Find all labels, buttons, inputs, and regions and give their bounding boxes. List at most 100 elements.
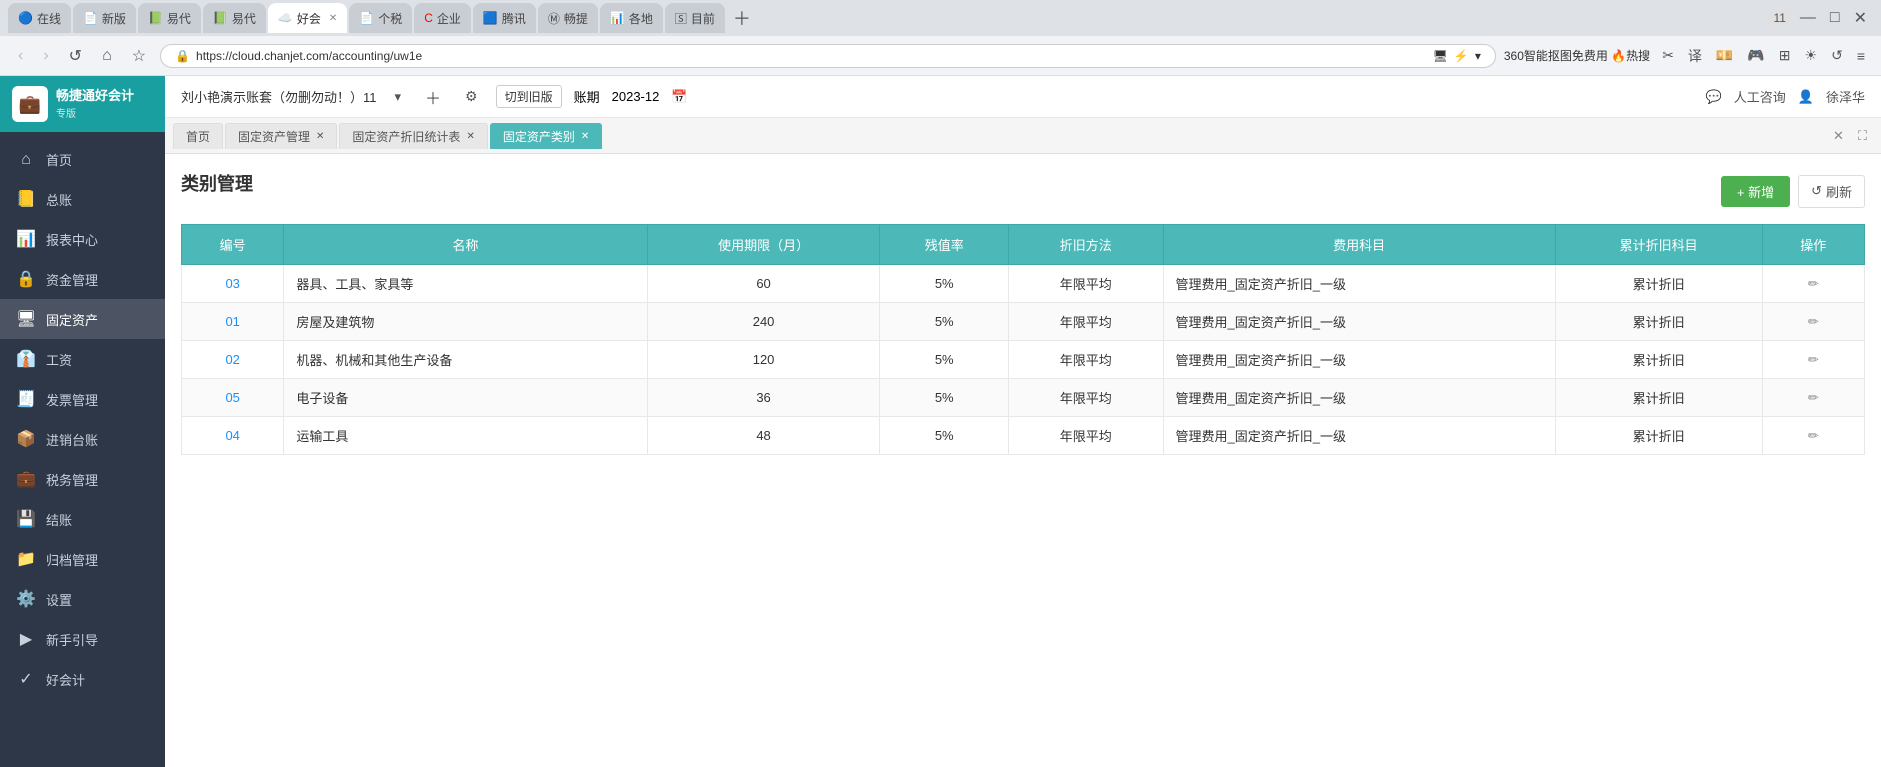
tab-gedi[interactable]: 📊 各地: [600, 3, 663, 33]
sidebar-item-guide[interactable]: ▶ 新手引导: [0, 619, 165, 659]
funds-icon: 🔒: [16, 269, 36, 289]
page-tab-category[interactable]: 固定资产类别 ✕: [490, 123, 602, 149]
page-tab-home[interactable]: 首页: [173, 123, 223, 149]
history-icon[interactable]: ↺: [1827, 45, 1847, 66]
browser-nav: ‹ › ↺ ⌂ ☆ 🔒 https://cloud.chanjet.com/ac…: [0, 36, 1881, 76]
translate-icon[interactable]: 译: [1684, 44, 1706, 68]
cell-code[interactable]: 05: [182, 379, 284, 417]
menu-icon[interactable]: ≡: [1853, 46, 1869, 66]
page-tab-nav: 首页 固定资产管理 ✕ 固定资产折旧统计表 ✕ 固定资产类别 ✕ ✕ ⛶: [165, 118, 1881, 154]
tab-yid2[interactable]: 📗 易代: [203, 3, 266, 33]
cell-method: 年限平均: [1008, 379, 1163, 417]
edit-icon[interactable]: ✏: [1808, 314, 1819, 329]
sidebar-item-tax[interactable]: 💼 税务管理: [0, 459, 165, 499]
period-label: 账期: [574, 87, 600, 106]
close-button[interactable]: ✕: [1848, 6, 1873, 30]
sidebar-item-home[interactable]: ⌂ 首页: [0, 140, 165, 179]
cell-residual: 5%: [880, 417, 1008, 455]
sidebar-item-fixed-assets[interactable]: 🖥 固定资产: [0, 299, 165, 339]
scissors-icon[interactable]: ✂: [1658, 45, 1678, 66]
account-dropdown-button[interactable]: ▾: [389, 87, 408, 107]
cell-residual: 5%: [880, 303, 1008, 341]
refresh-button[interactable]: ↺ 刷新: [1798, 175, 1865, 208]
address-bar[interactable]: 🔒 https://cloud.chanjet.com/accounting/u…: [160, 44, 1496, 68]
tab-zaix[interactable]: 🔵 在线: [8, 3, 71, 33]
switch-version-button[interactable]: 切到旧版: [496, 85, 562, 108]
maximize-button[interactable]: □: [1824, 7, 1846, 29]
sidebar-item-archive[interactable]: 📁 归档管理: [0, 539, 165, 579]
page-tab-depreciation-stats[interactable]: 固定资产折旧统计表 ✕: [339, 123, 487, 149]
tab-label: 新版: [102, 10, 126, 27]
bookmark-button[interactable]: ☆: [126, 44, 152, 68]
tab-qiye[interactable]: C 企业: [414, 3, 471, 33]
page-tab-close-icon[interactable]: ✕: [316, 131, 324, 142]
settings-button[interactable]: ⚙: [459, 86, 484, 107]
back-button[interactable]: ‹: [12, 45, 29, 67]
grid-icon[interactable]: ⊞: [1775, 45, 1795, 66]
cell-accumulated: 累计折旧: [1555, 265, 1762, 303]
tab-icon: 📗: [213, 11, 228, 25]
chevron-down-icon[interactable]: ▾: [1475, 49, 1481, 63]
lightning-icon[interactable]: ⚡: [1454, 49, 1469, 63]
tab-yid1[interactable]: 📗 易代: [138, 3, 201, 33]
page-tab-close-icon[interactable]: ✕: [466, 131, 474, 142]
sidebar-item-checkout[interactable]: 💾 结账: [0, 499, 165, 539]
new-tab-button[interactable]: ＋: [727, 3, 757, 33]
sidebar-item-salary[interactable]: 👔 工资: [0, 339, 165, 379]
add-account-button[interactable]: ＋: [419, 83, 447, 111]
home-button[interactable]: ⌂: [96, 45, 118, 67]
sidebar-item-more[interactable]: ✓ 好会计: [0, 659, 165, 699]
currency-icon[interactable]: 💴: [1712, 45, 1737, 66]
calendar-icon[interactable]: 📅: [671, 89, 687, 105]
cell-code[interactable]: 04: [182, 417, 284, 455]
tab-icon: 📊: [610, 11, 625, 25]
tab-ges[interactable]: 📄 个税: [349, 3, 412, 33]
tab-chang[interactable]: Ⓜ 畅提: [538, 3, 598, 33]
tab-icon: 🅂: [675, 10, 687, 27]
more-icon: ✓: [16, 669, 36, 689]
forward-button[interactable]: ›: [37, 45, 54, 67]
invoice-icon: 🧾: [16, 389, 36, 409]
expand-panel-button[interactable]: ⛶: [1852, 126, 1873, 146]
sidebar-item-settings[interactable]: ⚙️ 设置: [0, 579, 165, 619]
edit-icon[interactable]: ✏: [1808, 352, 1819, 367]
edit-icon[interactable]: ✏: [1808, 276, 1819, 291]
tab-xinb[interactable]: 📄 新版: [73, 3, 136, 33]
game-icon[interactable]: 🎮: [1743, 45, 1768, 66]
tab-hao[interactable]: ☁️ 好会 ✕: [268, 3, 347, 33]
tab-close-icon[interactable]: ✕: [329, 13, 337, 24]
page-tab-close-icon[interactable]: ✕: [581, 131, 589, 142]
tab-count-badge: 11: [1767, 10, 1791, 26]
cell-code[interactable]: 01: [182, 303, 284, 341]
cell-action: ✏: [1762, 265, 1864, 303]
sidebar-item-invoice[interactable]: 🧾 发票管理: [0, 379, 165, 419]
sidebar-item-purchase[interactable]: 📦 进销台账: [0, 419, 165, 459]
tab-label: 各地: [629, 10, 653, 27]
close-panel-button[interactable]: ✕: [1827, 126, 1850, 146]
brightness-icon[interactable]: ☀: [1801, 45, 1822, 66]
reload-button[interactable]: ↺: [63, 44, 88, 68]
cell-action: ✏: [1762, 379, 1864, 417]
user-name-label[interactable]: 徐泽华: [1826, 87, 1865, 106]
add-button[interactable]: + 新增: [1721, 176, 1790, 207]
search-bar[interactable]: 360智能抠图免费用 🔥热搜: [1504, 47, 1650, 64]
tab-muq[interactable]: 🅂 目前: [665, 3, 725, 33]
sidebar-item-reports[interactable]: 📊 报表中心: [0, 219, 165, 259]
cell-residual: 5%: [880, 379, 1008, 417]
cell-name: 电子设备: [284, 379, 647, 417]
cell-code[interactable]: 02: [182, 341, 284, 379]
consult-label[interactable]: 人工咨询: [1734, 87, 1786, 106]
app-container: 💼 畅捷通好会计 专版 ⌂ 首页 📒 总账 📊 报表中心 🔒 资金管理: [0, 76, 1881, 767]
tab-label: 畅提: [564, 10, 588, 27]
tab-label: 在线: [37, 10, 61, 27]
page-tab-fixed-assets-mgmt[interactable]: 固定资产管理 ✕: [225, 123, 337, 149]
minimize-button[interactable]: —: [1794, 7, 1822, 29]
sidebar-item-ledger[interactable]: 📒 总账: [0, 179, 165, 219]
tab-teng[interactable]: 🟦 腾讯: [473, 3, 536, 33]
edit-icon[interactable]: ✏: [1808, 390, 1819, 405]
cell-code[interactable]: 03: [182, 265, 284, 303]
sidebar-item-label: 好会计: [46, 670, 85, 689]
edit-icon[interactable]: ✏: [1808, 428, 1819, 443]
sidebar-item-funds[interactable]: 🔒 资金管理: [0, 259, 165, 299]
site-info-icon[interactable]: 🖥: [1433, 49, 1448, 63]
